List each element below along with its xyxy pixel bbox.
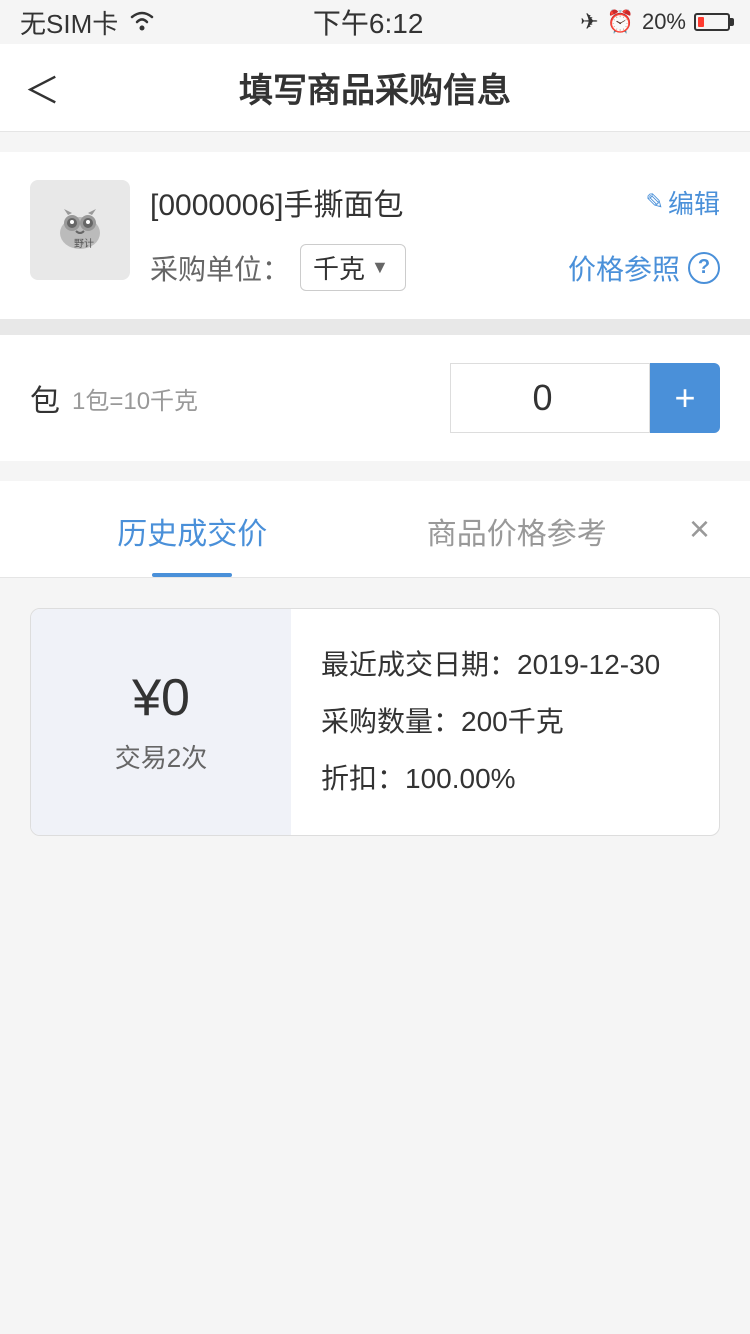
product-info: [0000006]手撕面包 ✎ 编辑 采购单位： 千克 ▼ 价格参照 ? <box>150 180 720 291</box>
tab-product-price-ref[interactable]: 商品价格参考 <box>354 481 678 577</box>
product-thumb-owl: 野计 <box>50 195 110 265</box>
nav-bar: ＜ 填写商品采购信息 <box>0 44 750 132</box>
location-icon: ✈ <box>580 9 598 35</box>
history-recent-date-row: 最近成交日期：2019-12-30 <box>321 645 689 684</box>
price-ref-button[interactable]: 价格参照 ? <box>568 248 720 288</box>
svg-text:野计: 野计 <box>74 237 94 250</box>
history-count: 交易2次 <box>115 738 207 775</box>
main-content: 历史成交价 商品价格参考 × ¥0 交易2次 最近成交日期：2019-12-30… <box>0 481 750 1081</box>
history-left-panel: ¥0 交易2次 <box>31 609 291 835</box>
back-button[interactable]: ＜ <box>24 62 60 114</box>
edit-icon: ✎ <box>646 189 664 215</box>
product-card: 野计 [0000006]手撕面包 ✎ 编辑 采购单位： 千克 ▼ <box>0 152 750 319</box>
unit-dropdown[interactable]: 千克 ▼ <box>300 244 406 291</box>
edit-button[interactable]: ✎ 编辑 <box>646 184 720 221</box>
unit-label: 采购单位： 千克 ▼ <box>150 244 406 291</box>
product-header: 野计 [0000006]手撕面包 ✎ 编辑 采购单位： 千克 ▼ <box>30 180 720 291</box>
tab-history-price[interactable]: 历史成交价 <box>30 481 354 577</box>
tab-close-button[interactable]: × <box>679 488 720 570</box>
battery-icon <box>694 13 730 31</box>
history-section: ¥0 交易2次 最近成交日期：2019-12-30 采购数量：200千克 折扣：… <box>0 578 750 866</box>
help-icon: ? <box>688 252 720 284</box>
wifi-icon <box>128 7 156 38</box>
tab-bar: 历史成交价 商品价格参考 × <box>0 481 750 577</box>
history-price: ¥0 <box>132 668 190 728</box>
quantity-unit: 包 <box>30 376 60 420</box>
quantity-row: 包 1包=10千克 + <box>0 335 750 461</box>
dropdown-arrow-icon: ▼ <box>371 257 389 278</box>
section-divider <box>0 319 750 335</box>
page-title: 填写商品采购信息 <box>239 63 511 112</box>
quantity-control: + <box>450 363 720 433</box>
product-unit-row: 采购单位： 千克 ▼ 价格参照 ? <box>150 244 720 291</box>
history-discount-row: 折扣：100.00% <box>321 759 689 798</box>
quantity-input[interactable] <box>450 363 650 433</box>
product-name: [0000006]手撕面包 <box>150 180 403 224</box>
history-right-panel: 最近成交日期：2019-12-30 采购数量：200千克 折扣：100.00% <box>291 609 719 835</box>
status-time: 下午6:12 <box>313 2 424 42</box>
product-top-row: [0000006]手撕面包 ✎ 编辑 <box>150 180 720 224</box>
quantity-plus-button[interactable]: + <box>650 363 720 433</box>
product-thumbnail: 野计 <box>30 180 130 280</box>
history-purchase-qty-row: 采购数量：200千克 <box>321 702 689 741</box>
quantity-label: 包 1包=10千克 <box>30 376 198 420</box>
status-indicators: ✈ ⏰ 20% <box>580 9 730 35</box>
quantity-hint: 1包=10千克 <box>72 381 198 416</box>
status-bar: 无SIM卡 下午6:12 ✈ ⏰ 20% <box>0 0 750 44</box>
status-carrier: 无SIM卡 <box>20 4 156 41</box>
battery-label: 20% <box>642 9 686 35</box>
history-card: ¥0 交易2次 最近成交日期：2019-12-30 采购数量：200千克 折扣：… <box>30 608 720 836</box>
alarm-icon: ⏰ <box>607 9 634 35</box>
tab-section: 历史成交价 商品价格参考 × <box>0 481 750 578</box>
